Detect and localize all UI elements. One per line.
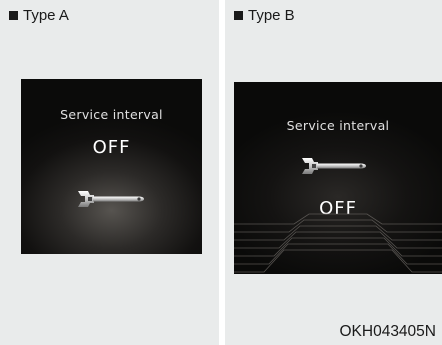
square-bullet-icon <box>9 11 18 20</box>
wrench-icon <box>78 191 144 207</box>
type-a-panel: Type A Service interval OFF <box>0 0 219 345</box>
type-a-display-screen: Service interval OFF <box>21 79 202 254</box>
type-b-panel: Type B Service interval OFF OKH043405N <box>225 0 442 345</box>
type-a-heading: Type A <box>9 7 69 24</box>
service-interval-title: Service interval <box>286 118 390 133</box>
part-number-label: OKH043405N <box>339 323 436 340</box>
service-interval-title: Service interval <box>60 107 163 122</box>
service-interval-status: OFF <box>92 137 131 158</box>
perspective-floor-decoration <box>234 213 442 273</box>
type-b-label: Type B <box>248 7 295 24</box>
type-a-label: Type A <box>23 7 69 24</box>
type-b-display-screen: Service interval OFF <box>234 82 442 274</box>
square-bullet-icon <box>234 11 243 20</box>
type-b-heading: Type B <box>234 7 295 24</box>
wrench-icon <box>302 158 366 174</box>
